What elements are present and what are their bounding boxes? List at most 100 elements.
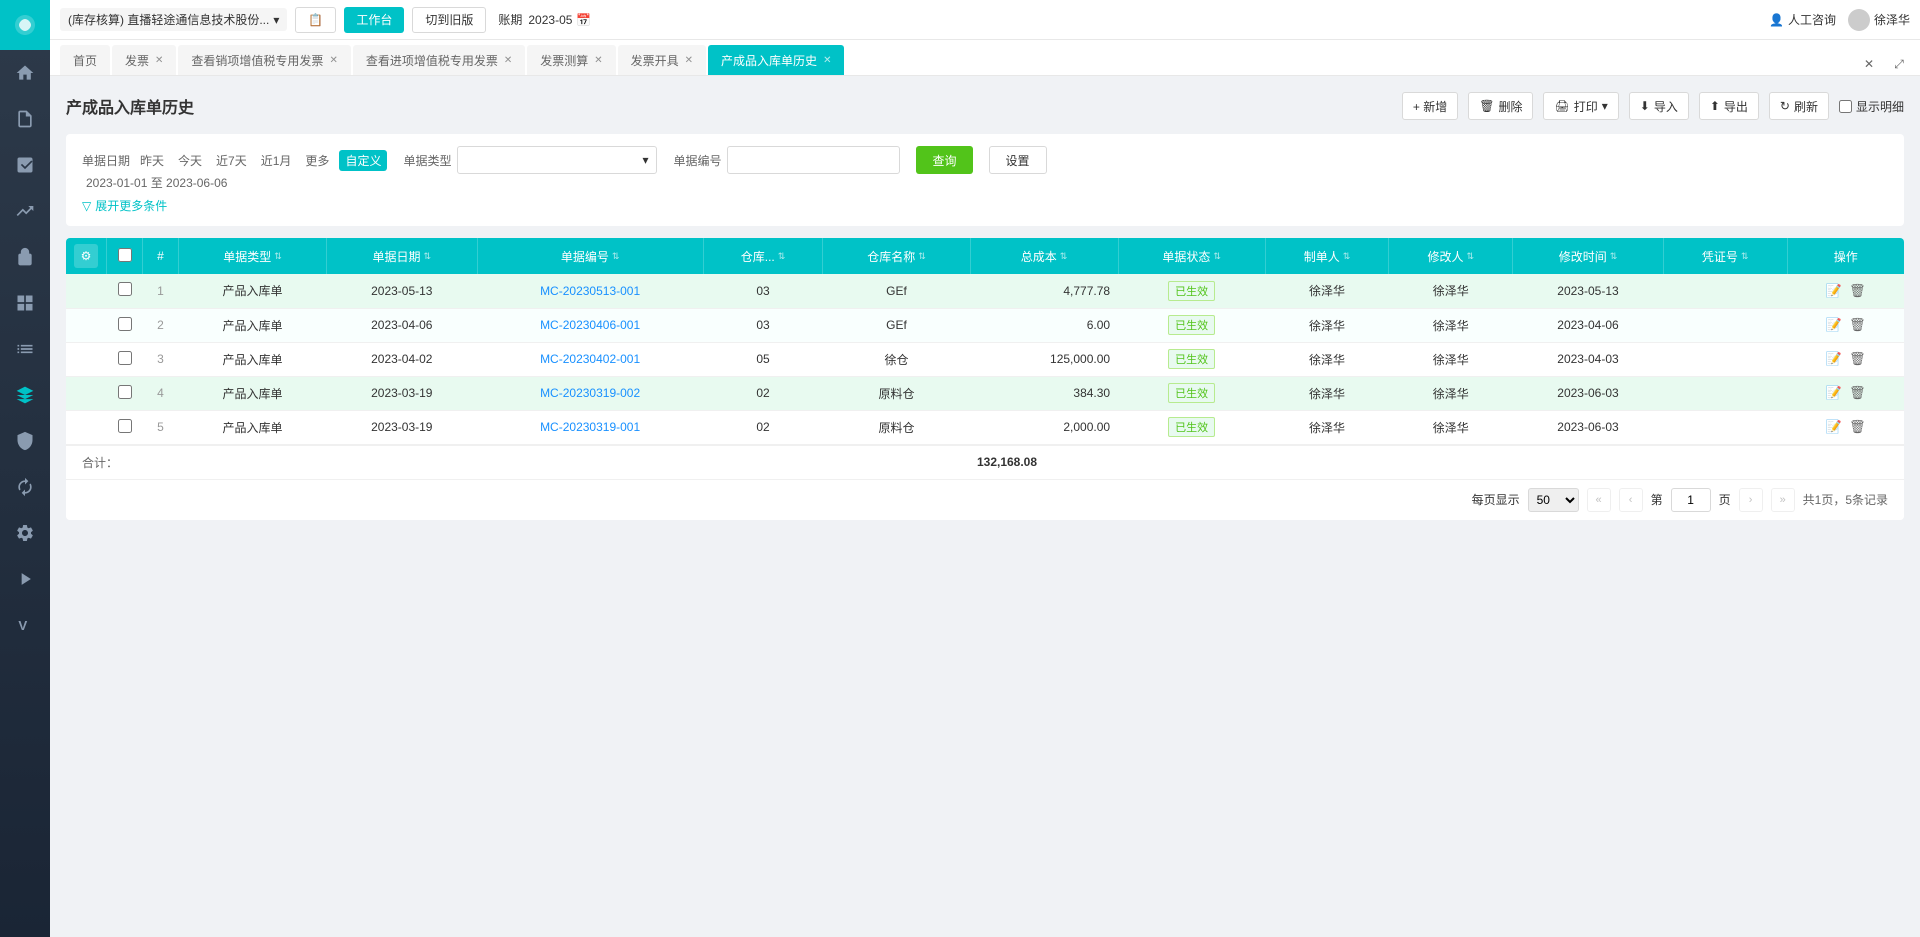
- edit-btn-3[interactable]: 📝: [1824, 385, 1844, 401]
- row-checkbox-1[interactable]: [118, 317, 132, 331]
- edit-btn-4[interactable]: 📝: [1824, 419, 1844, 435]
- new-btn[interactable]: + 新增: [1402, 92, 1458, 120]
- sidebar-item-list[interactable]: [0, 326, 50, 372]
- tab-home[interactable]: 首页: [60, 45, 110, 75]
- row-checkbox-2[interactable]: [118, 351, 132, 365]
- cell-number-4[interactable]: MC-20230319-001: [477, 410, 703, 444]
- refresh-btn[interactable]: ↻ 刷新: [1769, 92, 1829, 120]
- tab-invoice[interactable]: 发票 ✕: [112, 45, 176, 75]
- cell-number-3[interactable]: MC-20230319-002: [477, 376, 703, 410]
- th-settings[interactable]: ⚙: [66, 238, 107, 274]
- tab-view-sales-vat[interactable]: 查看销项增值税专用发票 ✕: [178, 45, 350, 75]
- date-option-yesterday[interactable]: 昨天: [136, 150, 168, 171]
- sidebar-item-refresh[interactable]: [0, 464, 50, 510]
- import-btn[interactable]: ⬇ 导入: [1629, 92, 1689, 120]
- per-page-select[interactable]: 50 100 200: [1528, 488, 1579, 512]
- date-option-today[interactable]: 今天: [174, 150, 206, 171]
- query-btn[interactable]: 查询: [916, 146, 972, 174]
- select-all-checkbox[interactable]: [118, 248, 132, 262]
- cell-number-2[interactable]: MC-20230402-001: [477, 342, 703, 376]
- sidebar-item-home[interactable]: [0, 50, 50, 96]
- cell-number-1[interactable]: MC-20230406-001: [477, 308, 703, 342]
- sidebar-item-lock[interactable]: [0, 234, 50, 280]
- th-number[interactable]: 单据编号⇅: [477, 238, 703, 274]
- th-total-cost[interactable]: 总成本⇅: [970, 238, 1118, 274]
- tab-invoice-close[interactable]: ✕: [155, 55, 163, 66]
- date-option-more[interactable]: 更多: [301, 150, 333, 171]
- date-option-1month[interactable]: 近1月: [257, 150, 296, 171]
- app-logo[interactable]: [0, 0, 50, 50]
- tab-invoice-calc[interactable]: 发票测算 ✕: [527, 45, 615, 75]
- delete-btn[interactable]: 🗑 删除: [1468, 92, 1533, 120]
- tab-product-instock[interactable]: 产成品入库单历史 ✕: [708, 45, 844, 75]
- prev-page-btn[interactable]: ‹: [1619, 488, 1643, 512]
- sidebar-item-grid[interactable]: [0, 280, 50, 326]
- delete-row-btn-1[interactable]: 🗑: [1847, 317, 1868, 333]
- sidebar-item-settings[interactable]: [0, 510, 50, 556]
- display-toggle[interactable]: 显示明细: [1839, 98, 1904, 115]
- tab-close-all-btn[interactable]: ✕: [1858, 53, 1880, 75]
- date-option-7days[interactable]: 近7天: [212, 150, 251, 171]
- sidebar-item-chart[interactable]: [0, 142, 50, 188]
- sidebar-item-warehouse[interactable]: [0, 372, 50, 418]
- edit-btn-0[interactable]: 📝: [1824, 283, 1844, 299]
- tab-view-sales-vat-close[interactable]: ✕: [329, 55, 337, 66]
- sidebar-item-analytics[interactable]: [0, 188, 50, 234]
- th-checkbox[interactable]: [107, 238, 143, 274]
- tab-expand-btn[interactable]: ⤢: [1888, 53, 1910, 75]
- switch-btn[interactable]: 切到旧版: [412, 7, 486, 33]
- row-checkbox-3[interactable]: [118, 385, 132, 399]
- print-btn[interactable]: 🖨 打印 ▾: [1543, 92, 1618, 120]
- row-checkbox-0[interactable]: [118, 282, 132, 296]
- workbench-btn[interactable]: 工作台: [344, 7, 404, 33]
- delete-row-btn-3[interactable]: 🗑: [1847, 385, 1868, 401]
- tab-invoice-calc-close[interactable]: ✕: [594, 55, 602, 66]
- date-option-custom[interactable]: 自定义: [339, 150, 387, 171]
- sidebar-item-stamp[interactable]: [0, 418, 50, 464]
- cell-checkbox-2[interactable]: [107, 342, 143, 376]
- tab-view-purchase-vat-close[interactable]: ✕: [504, 55, 512, 66]
- delete-row-btn-0[interactable]: 🗑: [1847, 283, 1868, 299]
- edit-btn-2[interactable]: 📝: [1824, 351, 1844, 367]
- calendar-icon[interactable]: 📅: [576, 13, 591, 27]
- expand-more-btn[interactable]: ▽ 展开更多条件: [82, 197, 1888, 214]
- th-modify-time[interactable]: 修改时间⇅: [1513, 238, 1664, 274]
- display-toggle-checkbox[interactable]: [1839, 100, 1852, 113]
- company-selector[interactable]: (库存核算) 直播轻途通信息技术股份... ▾: [60, 8, 287, 31]
- th-creator[interactable]: 制单人⇅: [1265, 238, 1389, 274]
- user-menu[interactable]: 徐泽华: [1848, 9, 1910, 31]
- tab-product-instock-close[interactable]: ✕: [823, 55, 831, 66]
- sidebar-item-docs[interactable]: [0, 96, 50, 142]
- th-status[interactable]: 单据状态⇅: [1118, 238, 1265, 274]
- th-warehouse-name[interactable]: 仓库名称⇅: [823, 238, 970, 274]
- type-filter-select[interactable]: ▾: [457, 146, 657, 174]
- edit-btn-1[interactable]: 📝: [1824, 317, 1844, 333]
- page-number-input[interactable]: [1671, 488, 1711, 512]
- setting-btn[interactable]: 设置: [989, 146, 1047, 174]
- number-filter-input[interactable]: [727, 146, 900, 174]
- th-voucher[interactable]: 凭证号⇅: [1663, 238, 1787, 274]
- last-page-btn[interactable]: »: [1771, 488, 1795, 512]
- th-date[interactable]: 单据日期⇅: [326, 238, 477, 274]
- delete-row-btn-2[interactable]: 🗑: [1847, 351, 1868, 367]
- sidebar-item-v[interactable]: V: [0, 602, 50, 648]
- row-checkbox-4[interactable]: [118, 419, 132, 433]
- th-modifier[interactable]: 修改人⇅: [1389, 238, 1513, 274]
- settings-icon[interactable]: ⚙: [74, 244, 98, 268]
- tab-invoice-open[interactable]: 发票开具 ✕: [618, 45, 706, 75]
- next-page-btn[interactable]: ›: [1739, 488, 1763, 512]
- sidebar-item-play[interactable]: [0, 556, 50, 602]
- service-btn[interactable]: 👤 人工咨询: [1769, 11, 1836, 28]
- tab-view-purchase-vat[interactable]: 查看进项增值税专用发票 ✕: [353, 45, 525, 75]
- cell-number-0[interactable]: MC-20230513-001: [477, 274, 703, 308]
- tab-invoice-open-close[interactable]: ✕: [685, 55, 693, 66]
- cell-checkbox-3[interactable]: [107, 376, 143, 410]
- copy-btn[interactable]: 📋: [295, 7, 336, 33]
- export-btn[interactable]: ⬆ 导出: [1699, 92, 1759, 120]
- cell-checkbox-1[interactable]: [107, 308, 143, 342]
- th-type[interactable]: 单据类型⇅: [179, 238, 327, 274]
- cell-checkbox-0[interactable]: [107, 274, 143, 308]
- delete-row-btn-4[interactable]: 🗑: [1847, 419, 1868, 435]
- th-warehouse-code[interactable]: 仓库...⇅: [703, 238, 823, 274]
- cell-checkbox-4[interactable]: [107, 410, 143, 444]
